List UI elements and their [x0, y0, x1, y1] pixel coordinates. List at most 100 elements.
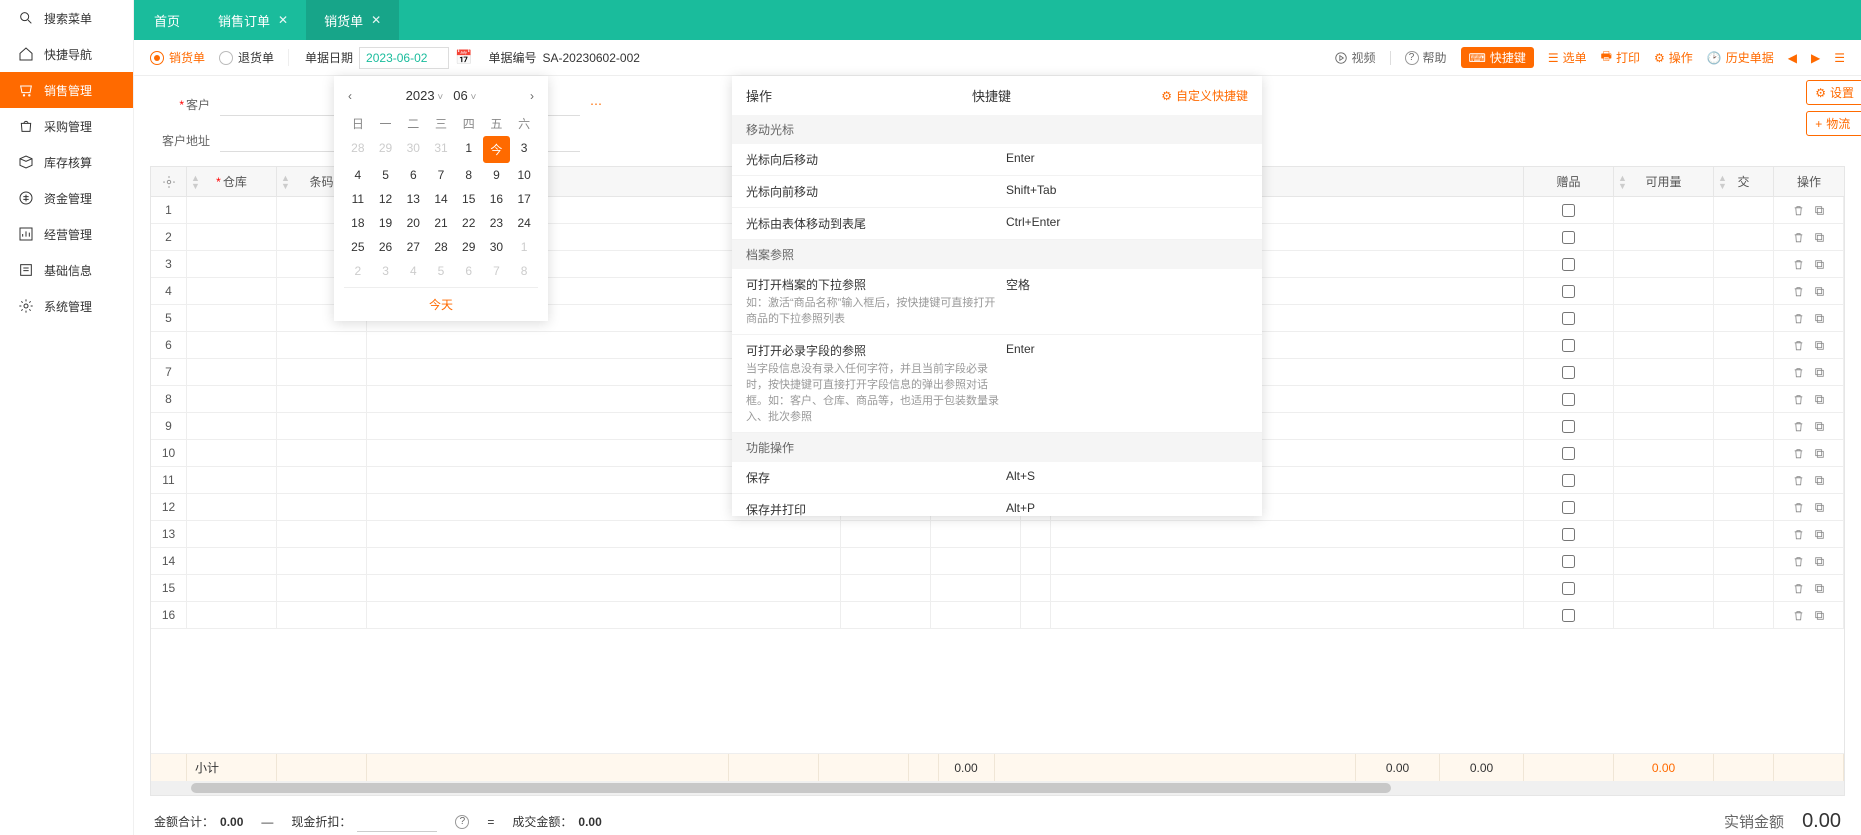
gift-checkbox[interactable] — [1562, 285, 1575, 298]
calendar-day[interactable]: 17 — [510, 187, 538, 211]
calendar-day[interactable]: 16 — [483, 187, 511, 211]
sidebar-item-sales[interactable]: 销售管理 — [0, 72, 133, 108]
shortcut-button[interactable]: ⌨ 快捷键 — [1461, 47, 1534, 68]
calendar-day[interactable]: 28 — [344, 136, 372, 163]
question-icon[interactable]: ? — [455, 815, 469, 829]
gift-checkbox[interactable] — [1562, 501, 1575, 514]
calendar-day[interactable]: 3 — [372, 259, 400, 283]
calendar-icon[interactable]: 📅 — [455, 49, 472, 66]
calendar-day[interactable]: 8 — [455, 163, 483, 187]
calendar-day[interactable]: 7 — [427, 163, 455, 187]
col-warehouse[interactable]: ▲▼*仓库 — [187, 167, 277, 196]
video-button[interactable]: 视频 — [1334, 49, 1376, 66]
copy-icon[interactable] — [1813, 474, 1826, 487]
delete-icon[interactable] — [1792, 555, 1805, 568]
calendar-day[interactable]: 4 — [344, 163, 372, 187]
delete-icon[interactable] — [1792, 501, 1805, 514]
calendar-day[interactable]: 19 — [372, 211, 400, 235]
table-row[interactable]: 14 — [151, 548, 1844, 575]
sidebar-item-business[interactable]: 经营管理 — [0, 216, 133, 252]
calendar-day[interactable]: 27 — [399, 235, 427, 259]
gift-checkbox[interactable] — [1562, 366, 1575, 379]
calendar-day[interactable]: 13 — [399, 187, 427, 211]
gift-checkbox[interactable] — [1562, 258, 1575, 271]
calendar-day[interactable]: 今 — [483, 136, 511, 163]
delete-icon[interactable] — [1792, 366, 1805, 379]
calendar-day[interactable]: 24 — [510, 211, 538, 235]
copy-icon[interactable] — [1813, 420, 1826, 433]
copy-icon[interactable] — [1813, 258, 1826, 271]
year-select[interactable]: 2023 — [406, 88, 444, 103]
delete-icon[interactable] — [1792, 339, 1805, 352]
date-input[interactable] — [359, 47, 449, 69]
history-button[interactable]: 🕑 历史单据 — [1707, 49, 1774, 66]
sidebar-item-purchase[interactable]: 采购管理 — [0, 108, 133, 144]
copy-icon[interactable] — [1813, 312, 1826, 325]
sidebar-item-search[interactable]: 搜索菜单 — [0, 0, 133, 36]
calendar-day[interactable]: 23 — [483, 211, 511, 235]
copy-icon[interactable] — [1813, 366, 1826, 379]
delete-icon[interactable] — [1792, 204, 1805, 217]
calendar-day[interactable]: 1 — [510, 235, 538, 259]
calendar-day[interactable]: 31 — [427, 136, 455, 163]
today-button[interactable]: 今天 — [344, 287, 538, 315]
copy-icon[interactable] — [1813, 339, 1826, 352]
col-gift[interactable]: 赠品 — [1524, 167, 1614, 196]
delete-icon[interactable] — [1792, 231, 1805, 244]
gift-checkbox[interactable] — [1562, 447, 1575, 460]
chevron-right-icon[interactable]: ▶ — [1811, 51, 1820, 65]
calendar-day[interactable]: 18 — [344, 211, 372, 235]
table-row[interactable]: 16 — [151, 602, 1844, 629]
settings-button[interactable]: ⚙ 设置 — [1806, 80, 1861, 105]
prev-month-button[interactable]: ‹ — [344, 89, 356, 103]
col-available[interactable]: ▲▼可用量 — [1614, 167, 1714, 196]
delete-icon[interactable] — [1792, 582, 1805, 595]
calendar-day[interactable]: 14 — [427, 187, 455, 211]
calendar-day[interactable]: 28 — [427, 235, 455, 259]
calendar-day[interactable]: 6 — [455, 259, 483, 283]
calendar-day[interactable]: 22 — [455, 211, 483, 235]
gift-checkbox[interactable] — [1562, 393, 1575, 406]
print-button[interactable]: 🖶 打印 — [1601, 47, 1640, 68]
calendar-day[interactable]: 26 — [372, 235, 400, 259]
copy-icon[interactable] — [1813, 393, 1826, 406]
calendar-day[interactable]: 8 — [510, 259, 538, 283]
delete-icon[interactable] — [1792, 285, 1805, 298]
copy-icon[interactable] — [1813, 609, 1826, 622]
gift-checkbox[interactable] — [1562, 528, 1575, 541]
radio-sale[interactable]: 销货单 — [150, 49, 205, 66]
table-row[interactable]: 15 — [151, 575, 1844, 602]
close-icon[interactable]: ✕ — [371, 13, 381, 27]
delete-icon[interactable] — [1792, 258, 1805, 271]
customize-shortcut-button[interactable]: ⚙ 自定义快捷键 — [1161, 87, 1248, 104]
help-button[interactable]: ?帮助 — [1405, 49, 1447, 66]
calendar-day[interactable]: 11 — [344, 187, 372, 211]
calendar-day[interactable]: 30 — [399, 136, 427, 163]
sidebar-item-system[interactable]: 系统管理 — [0, 288, 133, 324]
tab-salesorder[interactable]: 销售订单✕ — [200, 0, 306, 40]
tab-home[interactable]: 首页 — [134, 0, 200, 40]
discount-input[interactable] — [357, 812, 437, 832]
calendar-day[interactable]: 12 — [372, 187, 400, 211]
sidebar-item-inventory[interactable]: 库存核算 — [0, 144, 133, 180]
calendar-day[interactable]: 2 — [344, 259, 372, 283]
logistics-button[interactable]: + 物流 — [1806, 111, 1861, 136]
table-row[interactable]: 13 — [151, 521, 1844, 548]
sidebar-item-quicknav[interactable]: 快捷导航 — [0, 36, 133, 72]
copy-icon[interactable] — [1813, 555, 1826, 568]
calendar-day[interactable]: 7 — [483, 259, 511, 283]
action-button[interactable]: ⚙ 操作 — [1654, 49, 1693, 66]
copy-icon[interactable] — [1813, 528, 1826, 541]
gift-checkbox[interactable] — [1562, 339, 1575, 352]
next-month-button[interactable]: › — [526, 89, 538, 103]
gift-checkbox[interactable] — [1562, 204, 1575, 217]
chevron-left-icon[interactable]: ◀ — [1788, 51, 1797, 65]
calendar-day[interactable]: 20 — [399, 211, 427, 235]
tab-salesinvoice[interactable]: 销货单✕ — [306, 0, 399, 40]
sidebar-item-finance[interactable]: 资金管理 — [0, 180, 133, 216]
col-deliver[interactable]: ▲▼交 — [1714, 167, 1774, 196]
calendar-day[interactable]: 25 — [344, 235, 372, 259]
calendar-day[interactable]: 3 — [510, 136, 538, 163]
delete-icon[interactable] — [1792, 474, 1805, 487]
radio-return[interactable]: 退货单 — [219, 49, 274, 66]
